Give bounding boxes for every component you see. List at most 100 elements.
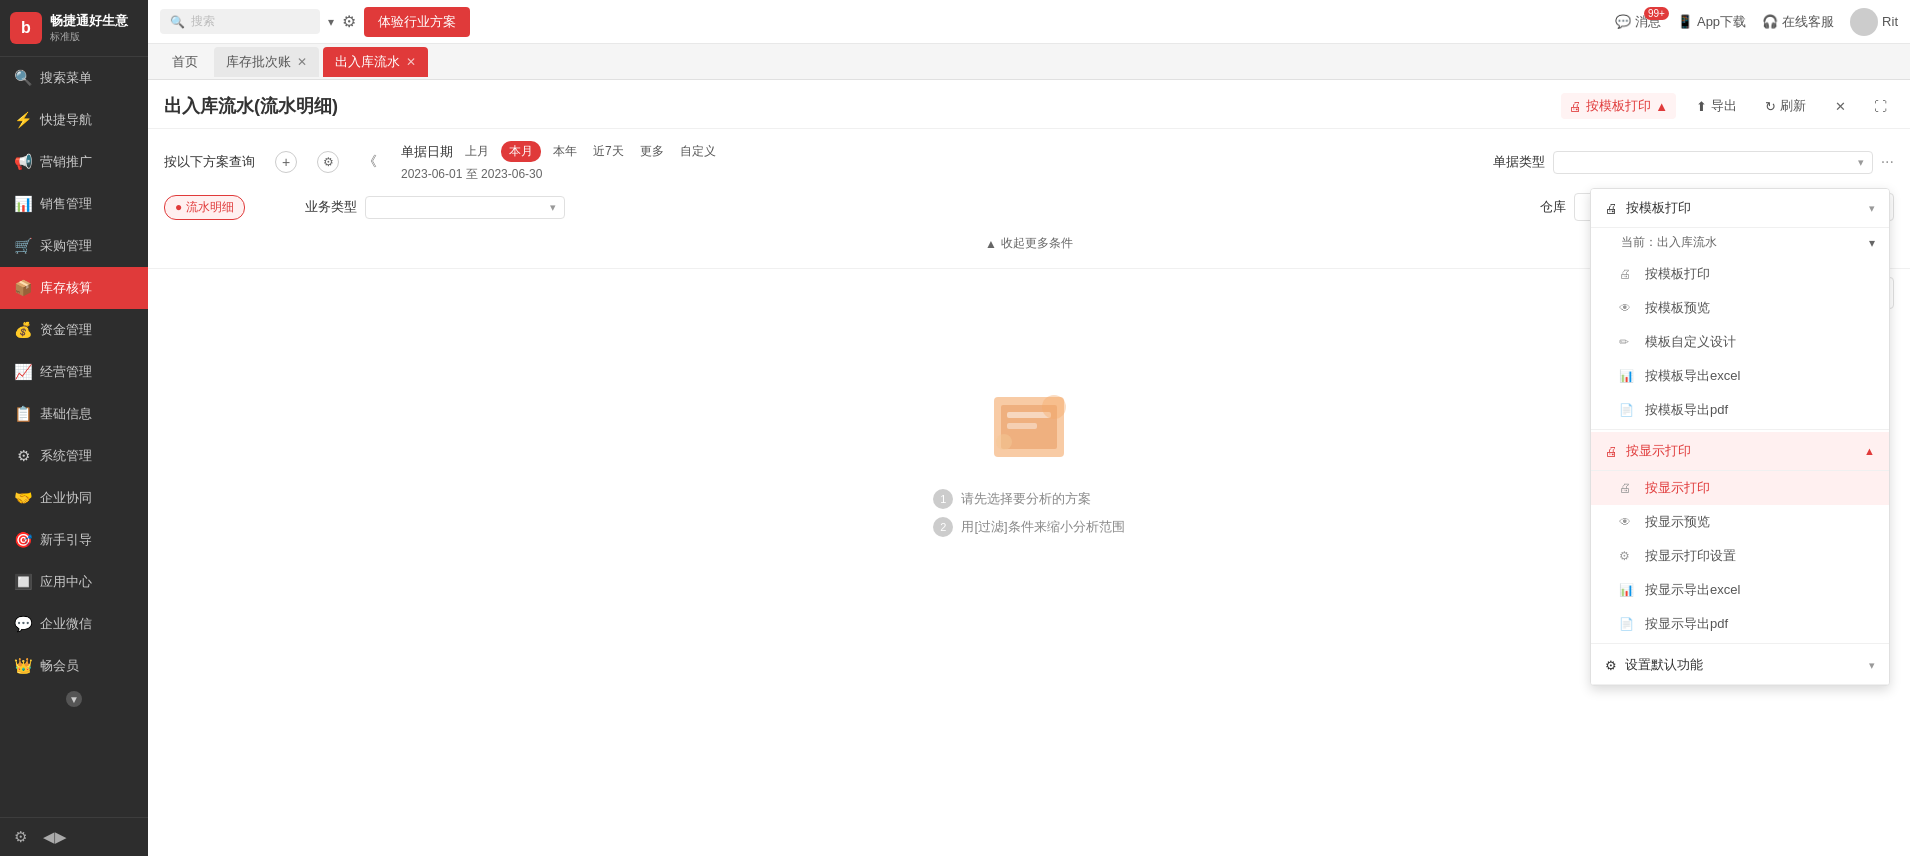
member-icon: 👑: [14, 657, 32, 675]
sidebar-item-quick-nav[interactable]: ⚡ 快捷导航: [0, 99, 148, 141]
tab-home[interactable]: 首页: [160, 47, 210, 77]
template-preview-label: 按模板预览: [1645, 299, 1710, 317]
filter-add-button[interactable]: +: [275, 151, 297, 173]
filter-collapse-left[interactable]: 《: [359, 151, 381, 173]
filter-settings-icon[interactable]: ⚙: [317, 151, 339, 173]
print-icon: 🖨: [1569, 99, 1582, 114]
sidebar-item-inventory[interactable]: 📦 库存核算: [0, 267, 148, 309]
expand-button[interactable]: ⛶: [1866, 92, 1894, 120]
display-export-excel-item[interactable]: 📊 按显示导出excel: [1591, 573, 1889, 607]
refresh-icon: ↻: [1765, 99, 1776, 114]
sidebar-item-operations[interactable]: 📈 经营管理: [0, 351, 148, 393]
business-type-select[interactable]: ▾: [365, 196, 565, 219]
close-inout-flow-tab[interactable]: ✕: [406, 55, 416, 69]
inventory-icon: 📦: [14, 279, 32, 297]
close-batch-account-tab[interactable]: ✕: [297, 55, 307, 69]
svg-point-5: [996, 434, 1012, 450]
topbar-gear-icon[interactable]: ⚙: [342, 12, 356, 31]
wechat-icon: 💬: [14, 615, 32, 633]
doc-type-select[interactable]: ▾: [1553, 151, 1873, 174]
sidebar-item-purchase[interactable]: 🛒 采购管理: [0, 225, 148, 267]
export-button[interactable]: ⬆ 导出: [1688, 93, 1745, 119]
sidebar-item-apps[interactable]: 🔲 应用中心: [0, 561, 148, 603]
topbar-search-box[interactable]: 🔍 搜索: [160, 9, 320, 34]
date-tab-last-month[interactable]: 上月: [461, 141, 493, 162]
date-tab-this-year[interactable]: 本年: [549, 141, 581, 162]
username-label: Rit: [1882, 14, 1898, 29]
display-preview-item[interactable]: 👁 按显示预览: [1591, 505, 1889, 539]
doc-type-more-options[interactable]: ···: [1881, 153, 1894, 171]
user-avatar-button[interactable]: Rit: [1850, 8, 1898, 36]
sidebar-member-label: 畅会员: [40, 657, 79, 675]
template-export-pdf-item[interactable]: 📄 按模板导出pdf: [1591, 393, 1889, 427]
home-tab-label: 首页: [172, 53, 198, 71]
sidebar-wechat-label: 企业微信: [40, 615, 92, 633]
dropdown-divider-2: [1591, 643, 1889, 644]
display-print-section-header[interactable]: 🖨 按显示打印 ▲: [1591, 432, 1889, 471]
sidebar-item-member[interactable]: 👑 畅会员: [0, 645, 148, 687]
industry-solution-button[interactable]: 体验行业方案: [364, 7, 470, 37]
refresh-button[interactable]: ↻ 刷新: [1757, 93, 1814, 119]
default-setting-section-header[interactable]: ⚙ 设置默认功能 ▾: [1591, 646, 1889, 685]
batch-account-tab-label: 库存批次账: [226, 53, 291, 71]
template-export-excel-item[interactable]: 📊 按模板导出excel: [1591, 359, 1889, 393]
sidebar-scroll-indicator: ▼: [0, 687, 148, 711]
display-export-pdf-item[interactable]: 📄 按显示导出pdf: [1591, 607, 1889, 641]
template-print-item[interactable]: 🖨 按模板打印: [1591, 257, 1889, 291]
search-icon: 🔍: [14, 69, 32, 87]
sidebar-item-marketing[interactable]: 📢 营销推广: [0, 141, 148, 183]
sidebar-search-label: 搜索菜单: [40, 69, 92, 87]
search-placeholder-text: 搜索: [191, 13, 215, 30]
enterprise-icon: 🤝: [14, 489, 32, 507]
page-body: 出入库流水(流水明细) 🖨 按模板打印 ▲ ⬆ 导出 ↻ 刷新 ✕ ⛶: [148, 80, 1910, 856]
sidebar-collapse-icon[interactable]: ◀▶: [43, 828, 67, 846]
online-service-button[interactable]: 🎧 在线客服: [1762, 13, 1834, 31]
empty-hint-2: 2 用[过滤]条件来缩小分析范围: [933, 517, 1124, 537]
tab-inout-flow[interactable]: 出入库流水 ✕: [323, 47, 428, 77]
sidebar-item-wechat[interactable]: 💬 企业微信: [0, 603, 148, 645]
display-print-item[interactable]: 🖨 按显示打印: [1591, 471, 1889, 505]
message-badge: 99+: [1644, 7, 1669, 20]
filter-tag-detail[interactable]: ● 流水明细: [164, 195, 245, 220]
close-page-button[interactable]: ✕: [1826, 92, 1854, 120]
tab-batch-account[interactable]: 库存批次账 ✕: [214, 47, 319, 77]
sidebar-item-sales[interactable]: 📊 销售管理: [0, 183, 148, 225]
template-print-button[interactable]: 🖨 按模板打印 ▲: [1561, 93, 1676, 119]
template-design-item[interactable]: ✏ 模板自定义设计: [1591, 325, 1889, 359]
sidebar-item-system[interactable]: ⚙ 系统管理: [0, 435, 148, 477]
sidebar-enterprise-label: 企业协同: [40, 489, 92, 507]
date-tab-this-month[interactable]: 本月: [501, 141, 541, 162]
message-button[interactable]: 💬 消息 99+: [1615, 13, 1661, 31]
date-filter: 单据日期 上月 本月 本年 近7天 更多 自定义 2023-06-01 至 20…: [401, 141, 720, 183]
headset-icon: 🎧: [1762, 14, 1778, 29]
collapse-button[interactable]: ▲ 收起更多条件: [985, 235, 1073, 252]
preview-sub-icon: 👁: [1619, 301, 1635, 315]
sidebar-logo: b 畅捷通好生意 标准版: [0, 0, 148, 57]
template-preview-item[interactable]: 👁 按模板预览: [1591, 291, 1889, 325]
template-print-section-header[interactable]: 🖨 按模板打印 ▾: [1591, 189, 1889, 228]
display-print-settings-item[interactable]: ⚙ 按显示打印设置: [1591, 539, 1889, 573]
sidebar-item-enterprise[interactable]: 🤝 企业协同: [0, 477, 148, 519]
sidebar-item-basic[interactable]: 📋 基础信息: [0, 393, 148, 435]
date-tab-more[interactable]: 更多: [636, 141, 668, 162]
sidebar-item-search[interactable]: 🔍 搜索菜单: [0, 57, 148, 99]
sidebar-item-finance[interactable]: 💰 资金管理: [0, 309, 148, 351]
sidebar-bottom: ⚙ ◀▶: [0, 817, 148, 856]
topbar-dropdown-arrow[interactable]: ▾: [328, 15, 334, 29]
sidebar-settings-icon[interactable]: ⚙: [14, 828, 27, 846]
empty-illustration: [969, 377, 1089, 477]
app-name: 畅捷通好生意: [50, 13, 128, 30]
doc-type-label: 单据类型: [1493, 153, 1545, 171]
date-tabs: 单据日期 上月 本月 本年 近7天 更多 自定义: [401, 141, 720, 162]
display-print-settings-label: 按显示打印设置: [1645, 547, 1736, 565]
sidebar-guide-label: 新手引导: [40, 531, 92, 549]
sidebar-scroll-down[interactable]: ▼: [66, 691, 82, 707]
guide-icon: 🎯: [14, 531, 32, 549]
date-tab-7days[interactable]: 近7天: [589, 141, 628, 162]
date-tab-custom[interactable]: 自定义: [676, 141, 720, 162]
sidebar-item-guide[interactable]: 🎯 新手引导: [0, 519, 148, 561]
app-download-button[interactable]: 📱 App下载: [1677, 13, 1746, 31]
sidebar-operations-label: 经营管理: [40, 363, 92, 381]
search-icon: 🔍: [170, 15, 185, 29]
page-title: 出入库流水(流水明细): [164, 94, 338, 118]
